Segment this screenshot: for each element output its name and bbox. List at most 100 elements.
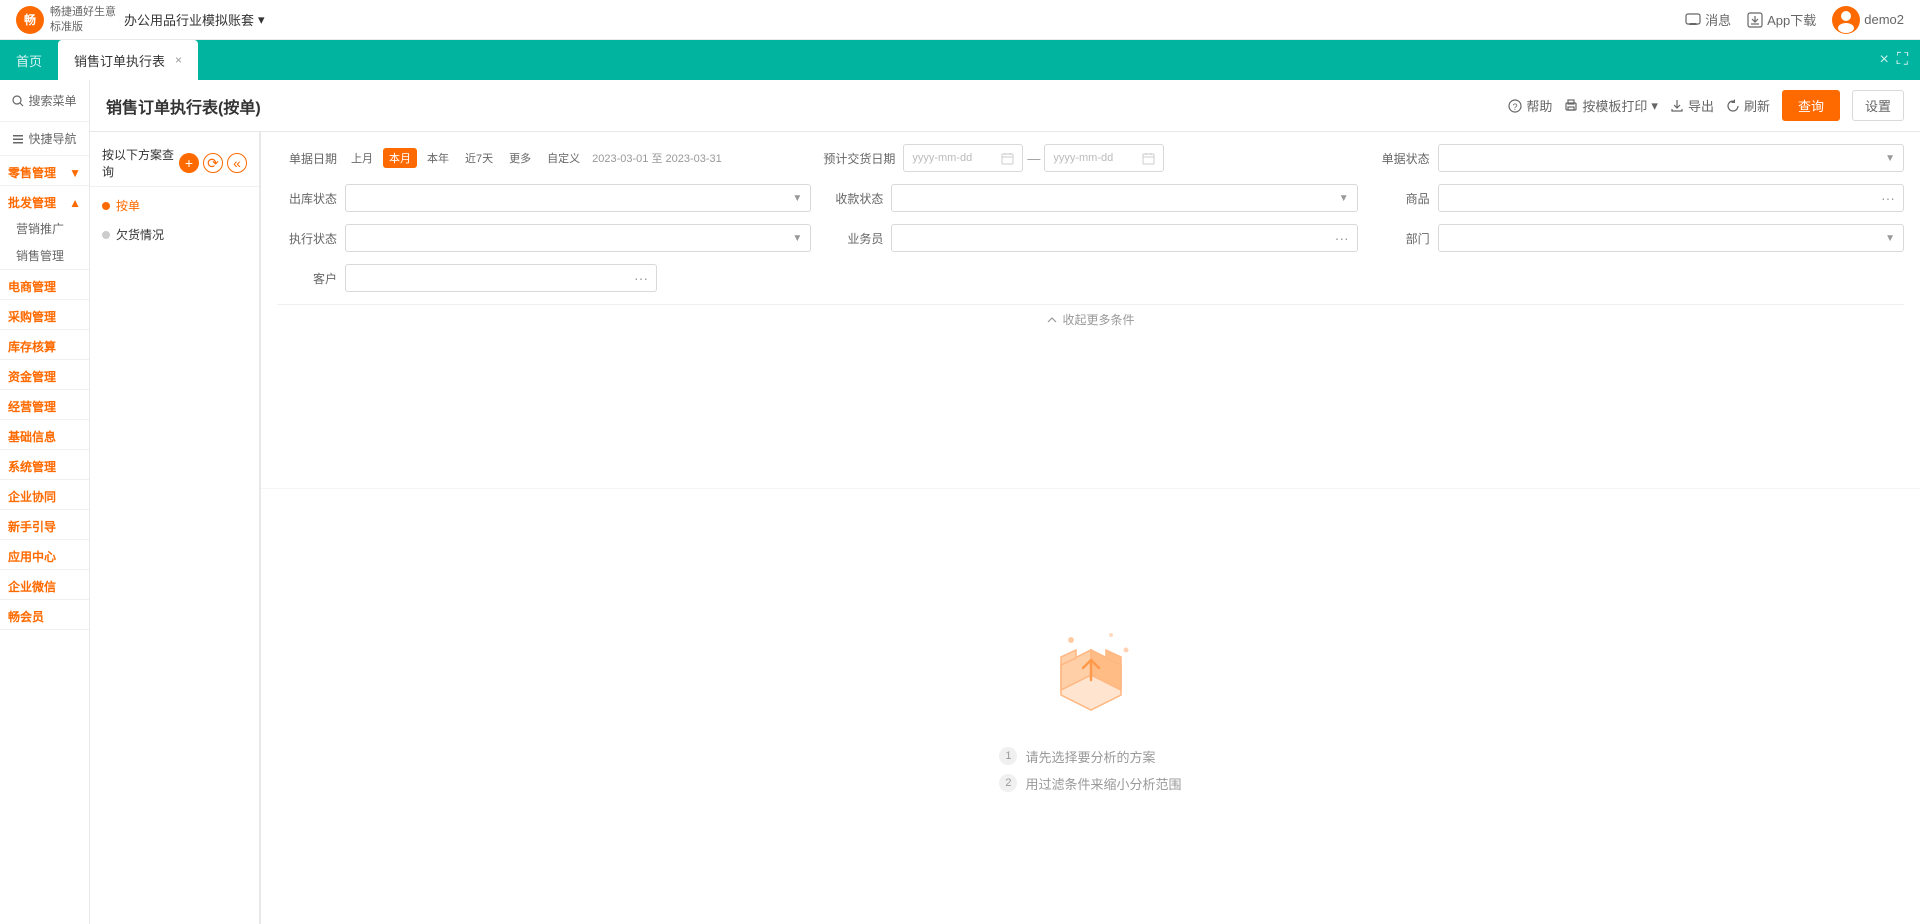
add-plan-button[interactable]: +	[179, 153, 199, 173]
avatar	[1832, 6, 1860, 34]
help-button[interactable]: ? 帮助	[1508, 96, 1552, 115]
print-button[interactable]: 按模板打印 ▾	[1564, 96, 1658, 115]
sidebar-group-inventory: 库存核算	[0, 330, 89, 360]
help-icon: ?	[1508, 99, 1522, 113]
condition-row-2: 出库状态 收款状态 商品	[277, 184, 1904, 212]
tab-close-icon[interactable]: ×	[175, 53, 182, 67]
page-actions: ? 帮助 按模板打印 ▾ 导出 刷新 查询 设置	[1508, 90, 1904, 121]
close-window-icon[interactable]: ×	[1879, 51, 1888, 69]
filter-sidebar-header: 按以下方案查询 + ⟳ «	[90, 140, 259, 187]
date-tab-last7days[interactable]: 近7天	[459, 148, 499, 168]
date-tab-thisyear[interactable]: 本年	[421, 148, 455, 168]
filter-plan-item-single[interactable]: 按单	[90, 191, 259, 220]
date-range-display: 2023-03-01 至 2023-03-31	[592, 150, 722, 166]
date-tab-more[interactable]: 更多	[503, 148, 537, 168]
sidebar-group-newbie: 新手引导	[0, 510, 89, 540]
sidebar-item-inventory[interactable]: 库存核算	[0, 330, 89, 359]
expected-date-from[interactable]: yyyy-mm-dd	[903, 144, 1023, 172]
sidebar-group-retail: 零售管理 ▼	[0, 156, 89, 186]
ship-status-label: 出库状态	[277, 190, 337, 207]
refresh-button[interactable]: 刷新	[1726, 96, 1770, 115]
payment-status-select[interactable]	[891, 184, 1357, 212]
main-content: 搜索菜单 快捷导航 零售管理 ▼ 批发管理 ▲ 营销推广 销售管理 电商管理	[0, 80, 1920, 924]
date-label: 单据日期	[277, 150, 337, 167]
message-button[interactable]: 消息	[1685, 10, 1731, 29]
collapse-sidebar-button[interactable]: «	[227, 153, 247, 173]
sidebar-item-basic[interactable]: 基础信息	[0, 420, 89, 449]
sidebar-item-purchase[interactable]: 采购管理	[0, 300, 89, 329]
sidebar-item-enterprise[interactable]: 企业协同	[0, 480, 89, 509]
sidebar-group-basic: 基础信息	[0, 420, 89, 450]
sidebar-group-system: 系统管理	[0, 450, 89, 480]
ship-status-select[interactable]	[345, 184, 811, 212]
sidebar-group-purchase: 采购管理	[0, 300, 89, 330]
search-icon	[12, 95, 24, 107]
fullscreen-icon[interactable]: ⛶	[1897, 51, 1908, 69]
logo-icon: 畅	[16, 6, 44, 34]
sidebar-item-wholesale[interactable]: 批发管理 ▲	[0, 186, 89, 215]
exec-status-select[interactable]	[345, 224, 811, 252]
date-tab-thismonth[interactable]: 本月	[383, 148, 417, 168]
conditions-results-area: 单据日期 上月 本月 本年 近7天 更多 自定义	[261, 132, 1920, 924]
sidebar-item-member[interactable]: 畅会员	[0, 600, 89, 629]
condition-group-salesperson: 业务员	[823, 224, 1357, 252]
top-bar-left: 畅 畅捷通好生意 标准版 办公用品行业模拟账套 ▾	[16, 5, 265, 34]
chevron-down-icon: ▾	[258, 12, 265, 28]
product-label: 商品	[1370, 190, 1430, 207]
empty-icon	[1041, 620, 1141, 720]
calendar-icon	[1001, 152, 1014, 165]
sidebar-group-operations: 经营管理	[0, 390, 89, 420]
empty-hint-2: 2 用过滤条件来缩小分析范围	[999, 774, 1181, 793]
sidebar-group-finance: 资金管理	[0, 360, 89, 390]
logo-text: 畅捷通好生意 标准版	[50, 5, 116, 34]
condition-row-4: 客户	[277, 264, 1904, 292]
sidebar-group-member: 畅会员	[0, 600, 89, 630]
sidebar-item-ecommerce[interactable]: 电商管理	[0, 270, 89, 299]
sidebar-item-appstore[interactable]: 应用中心	[0, 540, 89, 569]
filter-plan-item-backorder[interactable]: 欠货情况	[90, 220, 259, 249]
expected-date-label: 预计交货日期	[823, 150, 895, 167]
sidebar-search-button[interactable]: 搜索菜单	[8, 88, 81, 113]
empty-hint-1: 1 请先选择要分析的方案	[999, 747, 1181, 766]
tab-sales-order[interactable]: 销售订单执行表 ×	[58, 40, 198, 80]
export-button[interactable]: 导出	[1670, 96, 1714, 115]
refresh-plan-button[interactable]: ⟳	[203, 153, 223, 173]
customer-input[interactable]	[345, 264, 657, 292]
sidebar: 搜索菜单 快捷导航 零售管理 ▼ 批发管理 ▲ 营销推广 销售管理 电商管理	[0, 80, 90, 924]
settings-button[interactable]: 设置	[1852, 90, 1904, 121]
sidebar-item-wechat[interactable]: 企业微信	[0, 570, 89, 599]
sidebar-item-finance[interactable]: 资金管理	[0, 360, 89, 389]
department-select[interactable]	[1438, 224, 1904, 252]
empty-hints: 1 请先选择要分析的方案 2 用过滤条件来缩小分析范围	[999, 747, 1181, 793]
sidebar-item-sales[interactable]: 销售管理	[0, 242, 89, 269]
tab-home[interactable]: 首页	[0, 40, 58, 80]
print-chevron-icon[interactable]: ▾	[1651, 98, 1658, 114]
empty-state: 1 请先选择要分析的方案 2 用过滤条件来缩小分析范围	[261, 489, 1920, 924]
exec-status-label: 执行状态	[277, 230, 337, 247]
filter-panel: 按以下方案查询 + ⟳ « 按单 欠货情况	[90, 132, 1920, 924]
app-title-button[interactable]: 办公用品行业模拟账套 ▾	[124, 10, 265, 29]
expected-date-to[interactable]: yyyy-mm-dd	[1044, 144, 1164, 172]
nav-icon	[12, 133, 24, 145]
salesperson-input[interactable]	[891, 224, 1357, 252]
export-icon	[1670, 99, 1684, 113]
query-button[interactable]: 查询	[1782, 90, 1840, 121]
date-tab-lastmonth[interactable]: 上月	[345, 148, 379, 168]
date-tabs: 上月 本月 本年 近7天 更多 自定义	[345, 148, 586, 168]
date-separator: —	[1027, 151, 1040, 166]
condition-group-expected-date: 预计交货日期 yyyy-mm-dd — yyyy-mm-dd	[823, 144, 1357, 172]
product-input[interactable]	[1438, 184, 1904, 212]
quick-nav-button[interactable]: 快捷导航	[0, 126, 89, 151]
user-menu[interactable]: demo2	[1832, 6, 1904, 34]
sidebar-item-system[interactable]: 系统管理	[0, 450, 89, 479]
sidebar-item-newbie[interactable]: 新手引导	[0, 510, 89, 539]
sidebar-item-marketing[interactable]: 营销推广	[0, 215, 89, 242]
sidebar-item-operations[interactable]: 经营管理	[0, 390, 89, 419]
logo-area: 畅 畅捷通好生意 标准版	[16, 5, 116, 34]
condition-row-3: 执行状态 业务员 部门	[277, 224, 1904, 252]
app-download-button[interactable]: App下载	[1747, 10, 1816, 29]
collapse-conditions-button[interactable]: 收起更多条件	[277, 304, 1904, 334]
sidebar-item-retail[interactable]: 零售管理 ▼	[0, 156, 89, 185]
order-status-select[interactable]	[1438, 144, 1904, 172]
date-tab-custom[interactable]: 自定义	[541, 148, 586, 168]
